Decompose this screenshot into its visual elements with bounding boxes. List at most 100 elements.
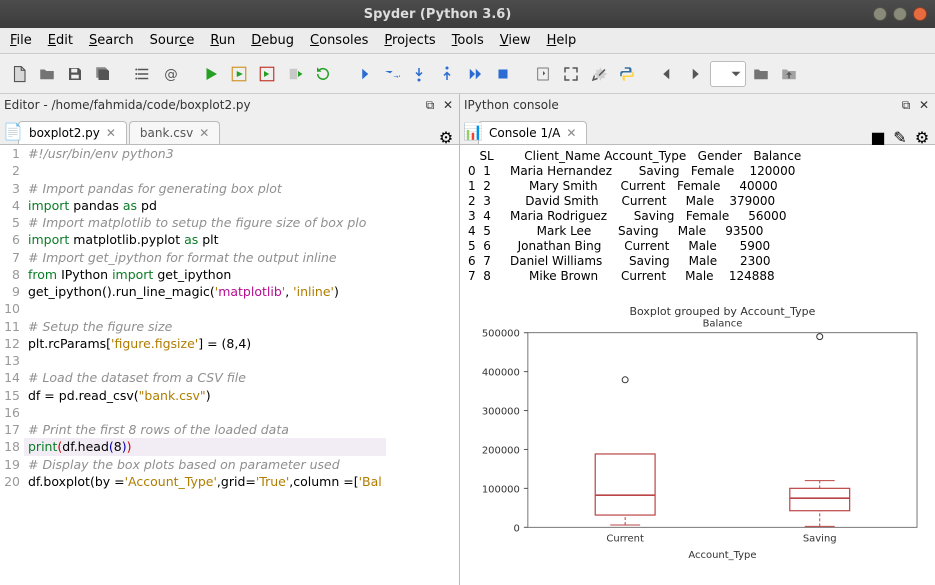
tab-list-icon[interactable]: 📄 [6, 124, 20, 138]
code-line[interactable] [24, 352, 386, 369]
open-file-button[interactable] [34, 61, 60, 87]
parent-dir-button[interactable] [776, 61, 802, 87]
line-number: 3 [0, 180, 24, 197]
code-line[interactable]: plt.rcParams['figure.figsize'] = (8,4) [24, 335, 386, 352]
code-line[interactable]: # Print the first 8 rows of the loaded d… [24, 421, 386, 438]
tab-console[interactable]: Console 1/A ✕ [478, 121, 587, 144]
menu-projects[interactable]: Projects [380, 31, 439, 50]
back-button[interactable] [654, 61, 680, 87]
line-number: 1 [0, 145, 24, 162]
run-selection-button[interactable] [282, 61, 308, 87]
tab-list-icon[interactable]: 📊 [466, 124, 480, 138]
code-line[interactable]: #!/usr/bin/env python3 [24, 145, 386, 162]
tab-close-icon[interactable]: ✕ [106, 126, 116, 140]
svg-text:Balance: Balance [703, 319, 743, 330]
editor-pane-header: Editor - /home/fahmida/code/boxplot2.py … [0, 94, 459, 116]
line-number: 18 [0, 438, 24, 455]
console-pane: IPython console ⧉ ✕ 📊 Console 1/A ✕ ■ ✎ … [460, 94, 935, 585]
menu-source[interactable]: Source [146, 31, 199, 50]
menu-consoles[interactable]: Consoles [306, 31, 372, 50]
code-line[interactable]: # Display the box plots based on paramet… [24, 456, 386, 473]
debug-step-out-button[interactable] [434, 61, 460, 87]
editor-link-icon[interactable]: ✎ [893, 130, 907, 144]
code-line[interactable]: # Import matplotlib to setup the figure … [24, 214, 386, 231]
debug-step-button[interactable] [350, 61, 376, 87]
tab-bank-csv[interactable]: bank.csv ✕ [129, 121, 220, 144]
run-cell-advance-button[interactable] [254, 61, 280, 87]
pane-restore-icon[interactable]: ⧉ [423, 98, 437, 112]
import-button[interactable] [530, 61, 556, 87]
line-number: 6 [0, 231, 24, 248]
at-button[interactable]: @ [158, 61, 184, 87]
line-number: 7 [0, 249, 24, 266]
code-line[interactable]: print(df.head(8)) [24, 438, 386, 455]
code-line[interactable] [24, 300, 386, 317]
pane-close-icon[interactable]: ✕ [441, 98, 455, 112]
toolbar: @ →• [0, 54, 935, 94]
maximize-button[interactable] [893, 7, 907, 21]
outline-button[interactable] [130, 61, 156, 87]
tab-close-icon[interactable]: ✕ [566, 126, 576, 140]
menu-file[interactable]: File [6, 31, 36, 50]
working-dir-combo[interactable] [710, 61, 746, 87]
code-line[interactable]: from IPython import get_ipython [24, 266, 386, 283]
debug-stop-button[interactable] [490, 61, 516, 87]
code-line[interactable]: import matplotlib.pyplot as plt [24, 231, 386, 248]
close-button[interactable] [913, 7, 927, 21]
menu-debug[interactable]: Debug [247, 31, 298, 50]
code-line[interactable]: get_ipython().run_line_magic('matplotlib… [24, 283, 386, 300]
line-number: 8 [0, 266, 24, 283]
code-line[interactable]: # Import pandas for generating box plot [24, 180, 386, 197]
line-number: 11 [0, 318, 24, 335]
console-options-icon[interactable]: ⚙ [915, 130, 929, 144]
pane-restore-icon[interactable]: ⧉ [899, 98, 913, 112]
code-line[interactable]: df = pd.read_csv("bank.csv") [24, 387, 386, 404]
editor-options-icon[interactable]: ⚙ [439, 130, 453, 144]
tab-boxplot2-py[interactable]: boxplot2.py✕ [18, 121, 127, 144]
debug-step-over-button[interactable]: →• [378, 61, 404, 87]
code-line[interactable]: import pandas as pd [24, 197, 386, 214]
minimize-button[interactable] [873, 7, 887, 21]
run-cell-button[interactable] [226, 61, 252, 87]
code-line[interactable] [24, 404, 386, 421]
menu-view[interactable]: View [496, 31, 535, 50]
python-path-button[interactable] [614, 61, 640, 87]
console-title: IPython console [464, 98, 559, 112]
menu-run[interactable]: Run [206, 31, 239, 50]
maximize-pane-button[interactable] [558, 61, 584, 87]
stop-kernel-icon[interactable]: ■ [871, 130, 885, 144]
menu-search[interactable]: Search [85, 31, 138, 50]
tab-close-icon[interactable]: ✕ [199, 126, 209, 140]
new-file-button[interactable] [6, 61, 32, 87]
menu-tools[interactable]: Tools [448, 31, 488, 50]
debug-continue-button[interactable] [462, 61, 488, 87]
code-line[interactable]: df.boxplot(by ='Account_Type',grid='True… [24, 473, 386, 490]
code-editor[interactable]: 1#!/usr/bin/env python323# Import pandas… [0, 144, 459, 585]
code-line[interactable]: # Load the dataset from a CSV file [24, 369, 386, 386]
forward-button[interactable] [682, 61, 708, 87]
tab-label: bank.csv [140, 126, 193, 140]
preferences-button[interactable] [586, 61, 612, 87]
line-number: 9 [0, 283, 24, 300]
debug-step-into-button[interactable] [406, 61, 432, 87]
save-all-button[interactable] [90, 61, 116, 87]
rerun-button[interactable] [310, 61, 336, 87]
console-tabs: 📊 Console 1/A ✕ ■ ✎ ⚙ [460, 116, 935, 144]
svg-text:400000: 400000 [482, 368, 520, 379]
line-number: 2 [0, 162, 24, 179]
code-line[interactable] [24, 162, 386, 179]
save-button[interactable] [62, 61, 88, 87]
menu-help[interactable]: Help [543, 31, 581, 50]
pane-close-icon[interactable]: ✕ [917, 98, 931, 112]
code-line[interactable]: # Import get_ipython for format the outp… [24, 249, 386, 266]
line-number: 4 [0, 197, 24, 214]
line-number: 19 [0, 456, 24, 473]
console-output[interactable]: SL Client_Name Account_Type Gender Balan… [460, 144, 935, 585]
line-number: 20 [0, 473, 24, 490]
console-pane-header: IPython console ⧉ ✕ [460, 94, 935, 116]
run-button[interactable] [198, 61, 224, 87]
line-number: 14 [0, 369, 24, 386]
code-line[interactable]: # Setup the figure size [24, 318, 386, 335]
browse-dir-button[interactable] [748, 61, 774, 87]
menu-edit[interactable]: Edit [44, 31, 77, 50]
